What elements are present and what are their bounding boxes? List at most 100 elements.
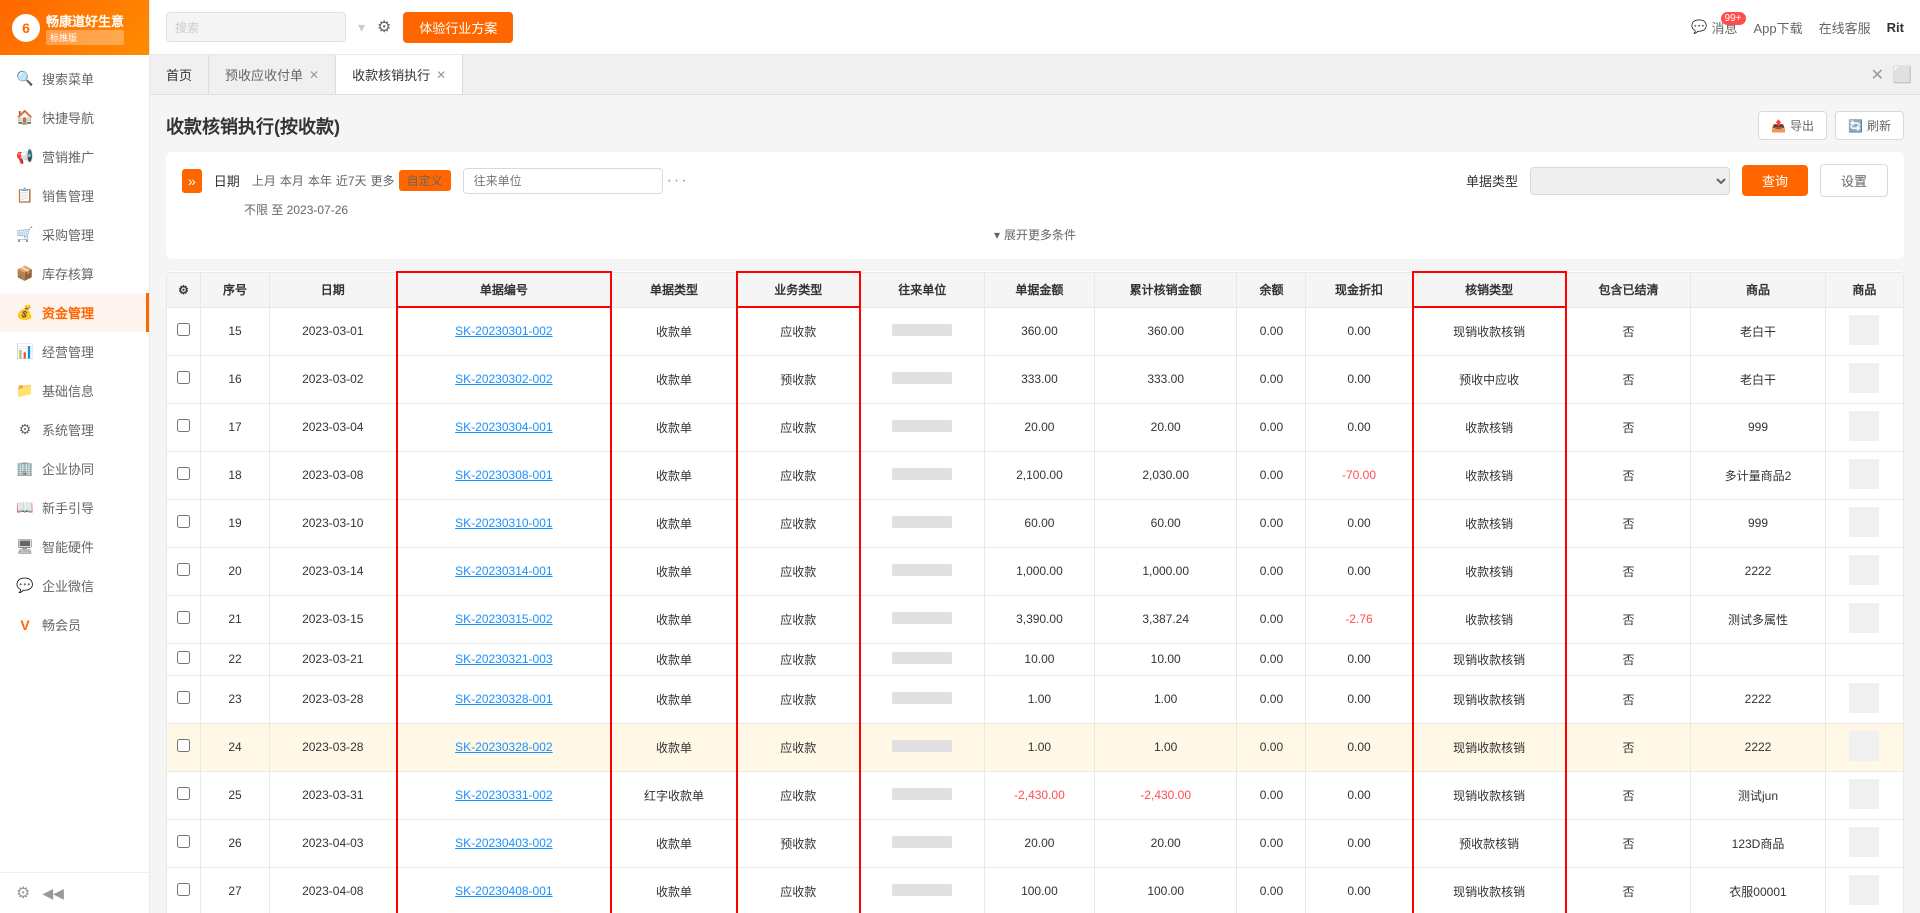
maximize-icon[interactable]: ⬜ [1892, 65, 1912, 85]
sidebar-item-member[interactable]: V 畅会员 [0, 605, 149, 644]
marketing-icon: 📢 [16, 148, 34, 165]
filter-collapse-btn[interactable]: » [182, 169, 202, 193]
app-download-link[interactable]: App下载 [1754, 18, 1803, 37]
row-checkbox[interactable] [177, 371, 190, 384]
row-checkbox[interactable] [177, 563, 190, 576]
cell-checkbox[interactable] [167, 595, 201, 643]
message-badge-container[interactable]: 💬 消息 99+ [1691, 18, 1737, 37]
row-checkbox[interactable] [177, 467, 190, 480]
date-custom-btn[interactable]: 自定义 [399, 170, 451, 191]
sidebar-item-quick-nav[interactable]: 🏠 快捷导航 [0, 98, 149, 137]
cell-include-cleared: 否 [1566, 595, 1691, 643]
cell-checkbox[interactable] [167, 723, 201, 771]
th-settings[interactable]: ⚙ [167, 272, 201, 307]
cell-bill-type: 红字收款单 [611, 771, 737, 819]
online-service-link[interactable]: 在线客服 [1819, 18, 1871, 37]
row-checkbox[interactable] [177, 515, 190, 528]
table-row: 21 2023-03-15 SK-20230315-002 收款单 应收款 3,… [167, 595, 1904, 643]
bill-no-link[interactable]: SK-20230315-002 [455, 612, 552, 626]
bill-no-link[interactable]: SK-20230310-001 [455, 516, 552, 530]
date-this-year[interactable]: 本年 [308, 172, 332, 189]
refresh-button[interactable]: 🔄 刷新 [1835, 111, 1904, 140]
settings-bottom-icon[interactable]: ⚙ [16, 883, 30, 903]
cell-product2 [1825, 675, 1903, 723]
partner-input[interactable] [463, 168, 663, 194]
sidebar-item-search-menu[interactable]: 🔍 搜索菜单 [0, 59, 149, 98]
tab-home[interactable]: 首页 [150, 55, 209, 94]
bill-no-link[interactable]: SK-20230301-002 [455, 324, 552, 338]
industry-btn[interactable]: 体验行业方案 [403, 12, 513, 43]
row-checkbox[interactable] [177, 691, 190, 704]
tab-advance-close-icon[interactable]: ✕ [309, 68, 319, 82]
query-button[interactable]: 查询 [1742, 165, 1808, 196]
date-this-month[interactable]: 本月 [280, 172, 304, 189]
partner-masked [892, 788, 952, 800]
row-checkbox[interactable] [177, 611, 190, 624]
sidebar-item-label: 快捷导航 [42, 108, 94, 127]
filter-settings-button[interactable]: 设置 [1820, 164, 1888, 197]
bill-type-select[interactable] [1530, 167, 1730, 195]
bill-no-link[interactable]: SK-20230331-002 [455, 788, 552, 802]
date-last-7days[interactable]: 近7天 [336, 172, 367, 189]
th-seq: 序号 [201, 272, 270, 307]
cell-cumulative: 20.00 [1094, 403, 1237, 451]
tab-collection-close-icon[interactable]: ✕ [436, 68, 446, 82]
bill-no-link[interactable]: SK-20230328-001 [455, 692, 552, 706]
row-checkbox[interactable] [177, 739, 190, 752]
close-tab-icon[interactable]: ✕ [1871, 65, 1884, 85]
sidebar-item-label: 畅会员 [42, 615, 81, 634]
export-button[interactable]: 📤 导出 [1758, 111, 1827, 140]
sidebar-item-inventory[interactable]: 📦 库存核算 [0, 254, 149, 293]
bill-no-link[interactable]: SK-20230321-003 [455, 652, 552, 666]
cell-bill-type: 收款单 [611, 819, 737, 867]
sidebar-item-enterprise[interactable]: 🏢 企业协同 [0, 449, 149, 488]
collapse-sidebar-icon[interactable]: ◀◀ [42, 885, 64, 902]
sidebar-item-ops[interactable]: 📊 经营管理 [0, 332, 149, 371]
sidebar-item-smart-hw[interactable]: 🖥 智能硬件 [0, 527, 149, 566]
partner-masked [892, 836, 952, 848]
row-checkbox[interactable] [177, 883, 190, 896]
date-more[interactable]: 更多 [371, 172, 395, 189]
row-checkbox[interactable] [177, 323, 190, 336]
bill-no-link[interactable]: SK-20230328-002 [455, 740, 552, 754]
date-last-month[interactable]: 上月 [252, 172, 276, 189]
sidebar-item-finance[interactable]: 💰 资金管理 [0, 293, 149, 332]
bill-no-link[interactable]: SK-20230314-001 [455, 564, 552, 578]
cell-checkbox[interactable] [167, 771, 201, 819]
row-checkbox[interactable] [177, 651, 190, 664]
bill-no-link[interactable]: SK-20230308-001 [455, 468, 552, 482]
cell-checkbox[interactable] [167, 547, 201, 595]
tab-collection-exec[interactable]: 收款核销执行 ✕ [336, 55, 463, 94]
cell-checkbox[interactable] [167, 307, 201, 355]
table-row: 26 2023-04-03 SK-20230403-002 收款单 预收款 20… [167, 819, 1904, 867]
bill-no-link[interactable]: SK-20230302-002 [455, 372, 552, 386]
cell-checkbox[interactable] [167, 451, 201, 499]
sidebar-item-basic[interactable]: 📁 基础信息 [0, 371, 149, 410]
cell-checkbox[interactable] [167, 355, 201, 403]
sidebar-item-sales[interactable]: 📋 销售管理 [0, 176, 149, 215]
bill-no-link[interactable]: SK-20230304-001 [455, 420, 552, 434]
bill-no-link[interactable]: SK-20230408-001 [455, 884, 552, 898]
sidebar-item-marketing[interactable]: 📢 营销推广 [0, 137, 149, 176]
cell-checkbox[interactable] [167, 867, 201, 913]
cell-checkbox[interactable] [167, 819, 201, 867]
expand-conditions-btn[interactable]: ▾ 展开更多条件 [994, 226, 1076, 243]
cell-checkbox[interactable] [167, 643, 201, 675]
sidebar-item-guide[interactable]: 📖 新手引导 [0, 488, 149, 527]
sidebar-item-system[interactable]: ⚙ 系统管理 [0, 410, 149, 449]
sidebar-item-purchase[interactable]: 🛒 采购管理 [0, 215, 149, 254]
table-wrapper[interactable]: ⚙ 序号 日期 单据编号 单据类型 业务类型 往来单位 单据金额 累计核销金额 … [166, 271, 1904, 913]
cell-checkbox[interactable] [167, 499, 201, 547]
tab-advance-payment[interactable]: 预收应收付单 ✕ [209, 55, 336, 94]
row-checkbox[interactable] [177, 835, 190, 848]
th-include-cleared: 包含已结清 [1566, 272, 1691, 307]
header-gear-icon[interactable]: ⚙ [377, 17, 391, 37]
row-checkbox[interactable] [177, 787, 190, 800]
cell-checkbox[interactable] [167, 675, 201, 723]
row-checkbox[interactable] [177, 419, 190, 432]
dropdown-chevron-icon[interactable]: ▾ [358, 19, 365, 36]
sidebar-item-wechat[interactable]: 💬 企业微信 [0, 566, 149, 605]
cell-checkbox[interactable] [167, 403, 201, 451]
bill-no-link[interactable]: SK-20230403-002 [455, 836, 552, 850]
user-name[interactable]: Rit [1887, 20, 1904, 35]
